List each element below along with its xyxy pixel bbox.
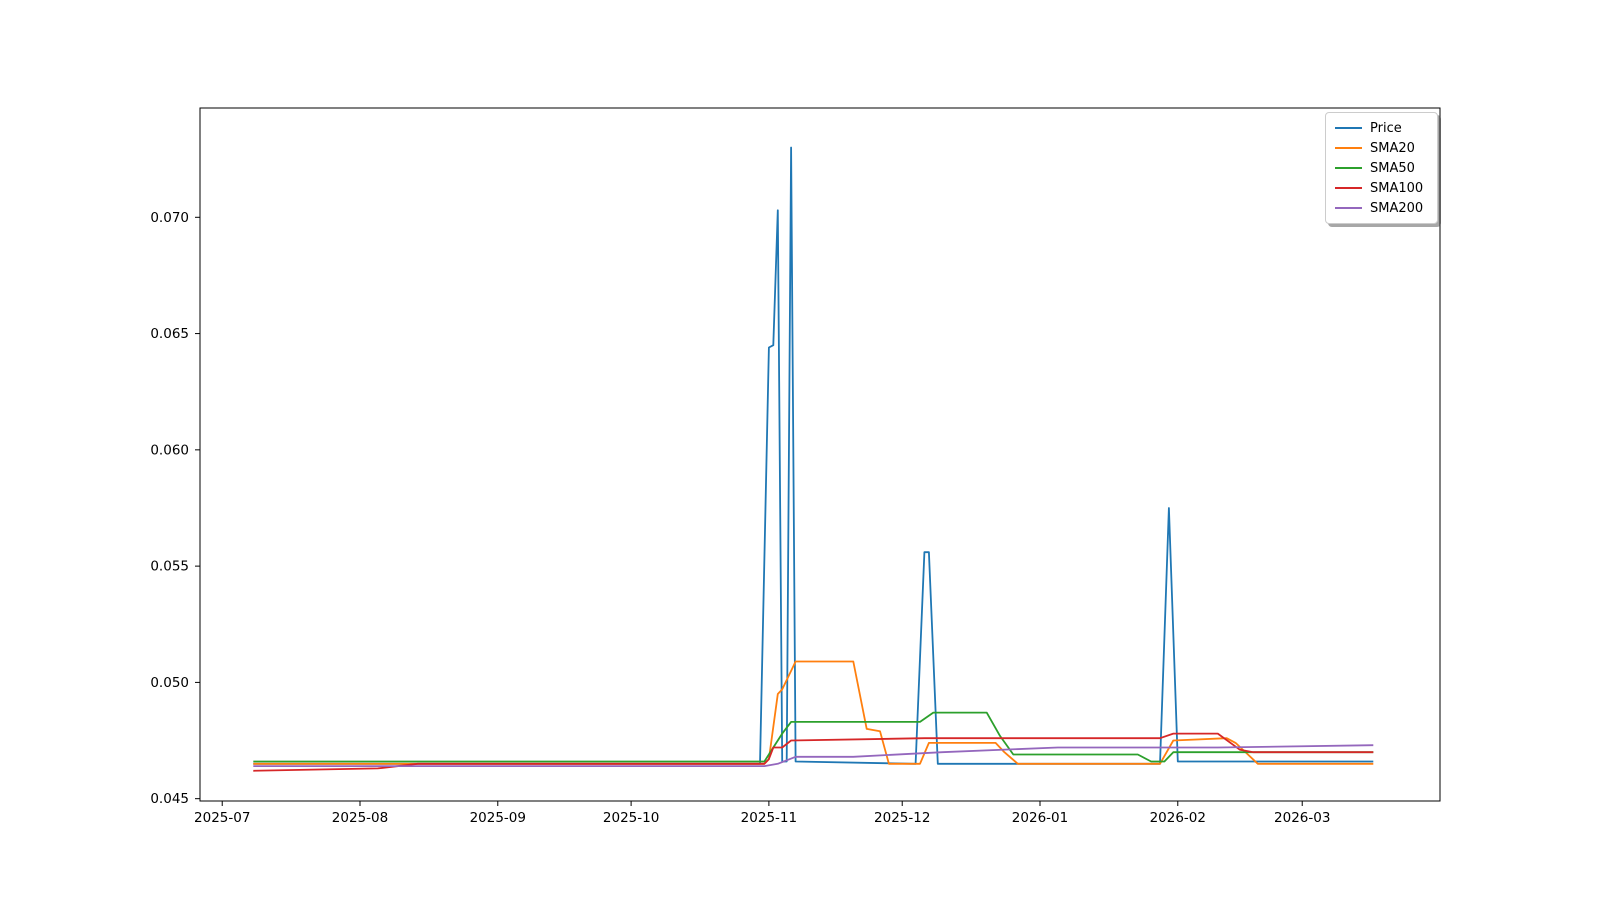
series-line-sma50 — [253, 711, 1374, 763]
series-line-sma20 — [253, 660, 1374, 765]
legend-line-swatch-sma200 — [1335, 207, 1362, 209]
x-tick-label: 2026-01 — [1012, 810, 1068, 826]
legend-line-swatch-price — [1335, 127, 1362, 129]
legend-line-swatch-sma100 — [1335, 187, 1362, 189]
legend-label-sma20: SMA20 — [1370, 140, 1415, 156]
y-tick-label: 0.065 — [150, 326, 189, 342]
legend-item-price: Price — [1335, 118, 1427, 138]
x-tick-label: 2025-11 — [741, 810, 797, 826]
chart-figure: 2025-07 2025-08 2025-09 2025-10 2025-11 2025-… — [0, 0, 1600, 900]
legend-label-sma50: SMA50 — [1370, 160, 1415, 176]
legend-item-sma20: SMA20 — [1335, 138, 1427, 158]
x-tick-label: 2025-12 — [874, 810, 930, 826]
series-line-price — [253, 146, 1374, 765]
y-tick-label: 0.045 — [150, 791, 189, 807]
legend-item-sma100: SMA100 — [1335, 178, 1427, 198]
x-tick-label: 2026-02 — [1150, 810, 1206, 826]
x-tick-label: 2025-10 — [603, 810, 659, 826]
x-tick-label: 2025-09 — [470, 810, 526, 826]
legend: Price SMA20 SMA50 SMA100 SMA200 — [1325, 112, 1438, 224]
legend-label-sma200: SMA200 — [1370, 200, 1424, 216]
x-tick-label: 2025-07 — [194, 810, 250, 826]
legend-item-sma50: SMA50 — [1335, 158, 1427, 178]
y-tick-label: 0.060 — [150, 442, 189, 458]
y-tick-label: 0.070 — [150, 210, 189, 226]
y-tick-label: 0.055 — [150, 559, 189, 575]
axes-spines — [199, 107, 1441, 802]
y-tick-label: 0.050 — [150, 675, 189, 691]
x-tick-label: 2026-03 — [1274, 810, 1330, 826]
x-tick-label: 2025-08 — [332, 810, 388, 826]
legend-label-sma100: SMA100 — [1370, 180, 1424, 196]
legend-line-swatch-sma50 — [1335, 167, 1362, 169]
legend-line-swatch-sma20 — [1335, 147, 1362, 149]
legend-item-sma200: SMA200 — [1335, 198, 1427, 218]
legend-label-price: Price — [1370, 120, 1402, 136]
